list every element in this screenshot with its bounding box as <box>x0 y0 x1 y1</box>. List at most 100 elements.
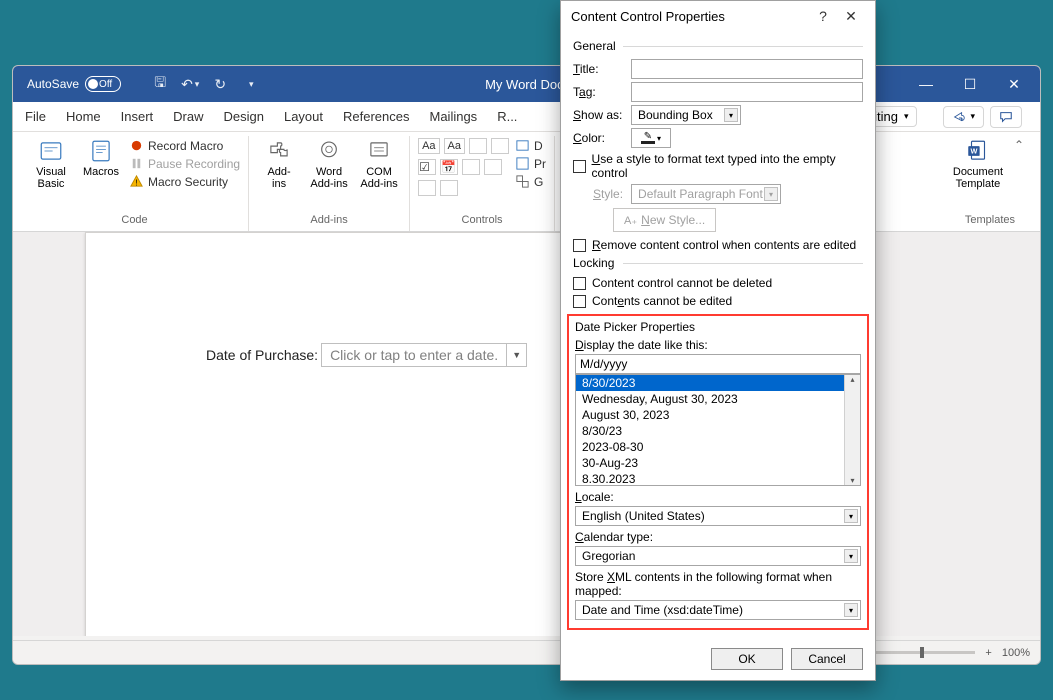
remove-control-label: Remove content control when contents are… <box>592 238 856 252</box>
ok-button[interactable]: OK <box>711 648 783 670</box>
zoom-value[interactable]: 100% <box>1002 647 1030 659</box>
comments-button[interactable] <box>990 106 1022 128</box>
calendar-combo[interactable]: Gregorian▾ <box>575 546 861 566</box>
design-icon <box>515 138 530 153</box>
maximize-button[interactable]: ☐ <box>948 66 992 102</box>
no-delete-label: Content control cannot be deleted <box>592 276 772 290</box>
dialog-help-button[interactable]: ? <box>809 8 837 24</box>
tab-review-truncated[interactable]: R... <box>497 109 517 124</box>
control-legacy-button[interactable] <box>418 180 436 196</box>
control-date-button[interactable]: 📅 <box>440 159 458 175</box>
control-aa-button[interactable]: Aa <box>418 138 439 154</box>
document-template-button[interactable]: W Document Template <box>956 138 1000 190</box>
macros-button[interactable]: Macros <box>79 138 123 178</box>
use-style-checkbox[interactable] <box>573 160 586 173</box>
format-option-6[interactable]: 8.30.2023 <box>576 471 844 485</box>
autosave-state: Off <box>99 79 112 90</box>
tag-input[interactable] <box>631 82 863 102</box>
control-block-button[interactable] <box>491 138 509 154</box>
com-addins-button[interactable]: COM Add-ins <box>357 138 401 190</box>
ribbon-collapse-button[interactable]: ⌃ <box>1014 138 1024 152</box>
style-label: Style: <box>593 187 623 201</box>
dialog-title: Content Control Properties <box>571 9 809 24</box>
minimize-button[interactable]: — <box>904 66 948 102</box>
format-option-2[interactable]: August 30, 2023 <box>576 407 844 423</box>
save-icon[interactable]: 🖫 <box>150 74 170 94</box>
pause-recording-button: Pause Recording <box>129 156 240 171</box>
ribbon-group-addins: Add- ins Word Add-ins COM Add-ins Add-in… <box>249 136 410 231</box>
macro-security-button[interactable]: ! Macro Security <box>129 174 240 189</box>
redo-icon[interactable]: ↻ <box>210 74 230 94</box>
group-label-addins: Add-ins <box>310 214 347 229</box>
listbox-scrollbar[interactable]: ▴▾ <box>844 375 860 485</box>
group-label-code: Code <box>121 214 147 229</box>
no-edit-checkbox[interactable] <box>573 295 586 308</box>
group-icon <box>515 174 530 189</box>
design-mode-button[interactable]: D <box>515 138 546 153</box>
zoom-in-button[interactable]: + <box>985 647 991 659</box>
ribbon-group-controls: Aa Aa ☑ 📅 <box>410 136 555 231</box>
document-canvas: Date of Purchase: Click or tap to enter … <box>13 232 1040 636</box>
undo-icon[interactable]: ↶▾ <box>180 74 200 94</box>
tab-draw[interactable]: Draw <box>173 109 203 124</box>
word-addins-button[interactable]: Word Add-ins <box>307 138 351 190</box>
properties-button[interactable]: Pr <box>515 156 546 171</box>
date-format-input[interactable] <box>575 354 861 374</box>
display-date-label: Display the date like this: <box>575 338 861 352</box>
control-combo-button[interactable] <box>484 159 502 175</box>
document-line: Date of Purchase: Click or tap to enter … <box>206 343 527 367</box>
record-macro-button[interactable]: Record Macro <box>129 138 240 153</box>
format-option-3[interactable]: 8/30/23 <box>576 423 844 439</box>
tab-insert[interactable]: Insert <box>121 109 154 124</box>
locale-label: Locale: <box>575 490 861 504</box>
format-option-4[interactable]: 2023-08-30 <box>576 439 844 455</box>
tab-file[interactable]: File <box>25 109 46 124</box>
group-label-controls: Controls <box>462 214 503 229</box>
autosave-toggle[interactable]: AutoSave Off <box>27 76 140 92</box>
format-option-0[interactable]: 8/30/2023 <box>576 375 844 391</box>
group-button[interactable]: G <box>515 174 546 189</box>
tab-design[interactable]: Design <box>224 109 264 124</box>
control-aa2-button[interactable]: Aa <box>444 138 465 154</box>
dialog-close-button[interactable]: ✕ <box>837 8 865 25</box>
date-format-listbox[interactable]: 8/30/2023 Wednesday, August 30, 2023 Aug… <box>575 374 861 486</box>
tab-layout[interactable]: Layout <box>284 109 323 124</box>
color-label: Color: <box>573 131 623 145</box>
xml-format-combo[interactable]: Date and Time (xsd:dateTime)▾ <box>575 600 861 620</box>
no-edit-label: Contents cannot be edited <box>592 294 732 308</box>
title-input[interactable] <box>631 59 863 79</box>
group-label-templates: Templates <box>965 214 1015 229</box>
remove-control-checkbox[interactable] <box>573 239 586 252</box>
cancel-button[interactable]: Cancel <box>791 648 863 670</box>
calendar-label: Calendar type: <box>575 530 861 544</box>
addins-button[interactable]: Add- ins <box>257 138 301 190</box>
tab-references[interactable]: References <box>343 109 409 124</box>
color-picker-button[interactable]: ✎▾ <box>631 128 671 148</box>
style-combo: Default Paragraph Font▾ <box>631 184 781 204</box>
control-group-button[interactable] <box>440 180 458 196</box>
word-app-window: AutoSave Off 🖫 ↶▾ ↻ ▾ My Word Document..… <box>12 65 1041 665</box>
format-option-1[interactable]: Wednesday, August 30, 2023 <box>576 391 844 407</box>
record-icon <box>129 138 144 153</box>
tab-mailings[interactable]: Mailings <box>430 109 478 124</box>
no-delete-checkbox[interactable] <box>573 277 586 290</box>
control-dropdown-button[interactable] <box>462 159 480 175</box>
section-datepicker: Date Picker Properties <box>575 320 861 334</box>
ribbon-body: Visual Basic Macros Record Macro Pause R… <box>13 132 1040 232</box>
showas-combo[interactable]: Bounding Box▾ <box>631 105 741 125</box>
locale-combo[interactable]: English (United States)▾ <box>575 506 861 526</box>
tab-home[interactable]: Home <box>66 109 101 124</box>
share-button[interactable]: ▾ <box>943 106 984 128</box>
ribbon-tabs: File Home Insert Draw Design Layout Refe… <box>13 102 1040 132</box>
word-addins-icon <box>316 138 342 164</box>
close-button[interactable]: ✕ <box>992 66 1036 102</box>
date-content-control[interactable]: Click or tap to enter a date. ▼ <box>321 343 527 367</box>
qat-customize-icon[interactable]: ▾ <box>240 74 260 94</box>
date-dropdown-button[interactable]: ▼ <box>506 344 526 366</box>
zoom-slider[interactable] <box>865 651 975 654</box>
format-option-5[interactable]: 30-Aug-23 <box>576 455 844 471</box>
control-image-button[interactable] <box>469 138 487 154</box>
control-checkbox-button[interactable]: ☑ <box>418 159 436 175</box>
visual-basic-button[interactable]: Visual Basic <box>29 138 73 190</box>
dialog-titlebar: Content Control Properties ? ✕ <box>561 1 875 31</box>
